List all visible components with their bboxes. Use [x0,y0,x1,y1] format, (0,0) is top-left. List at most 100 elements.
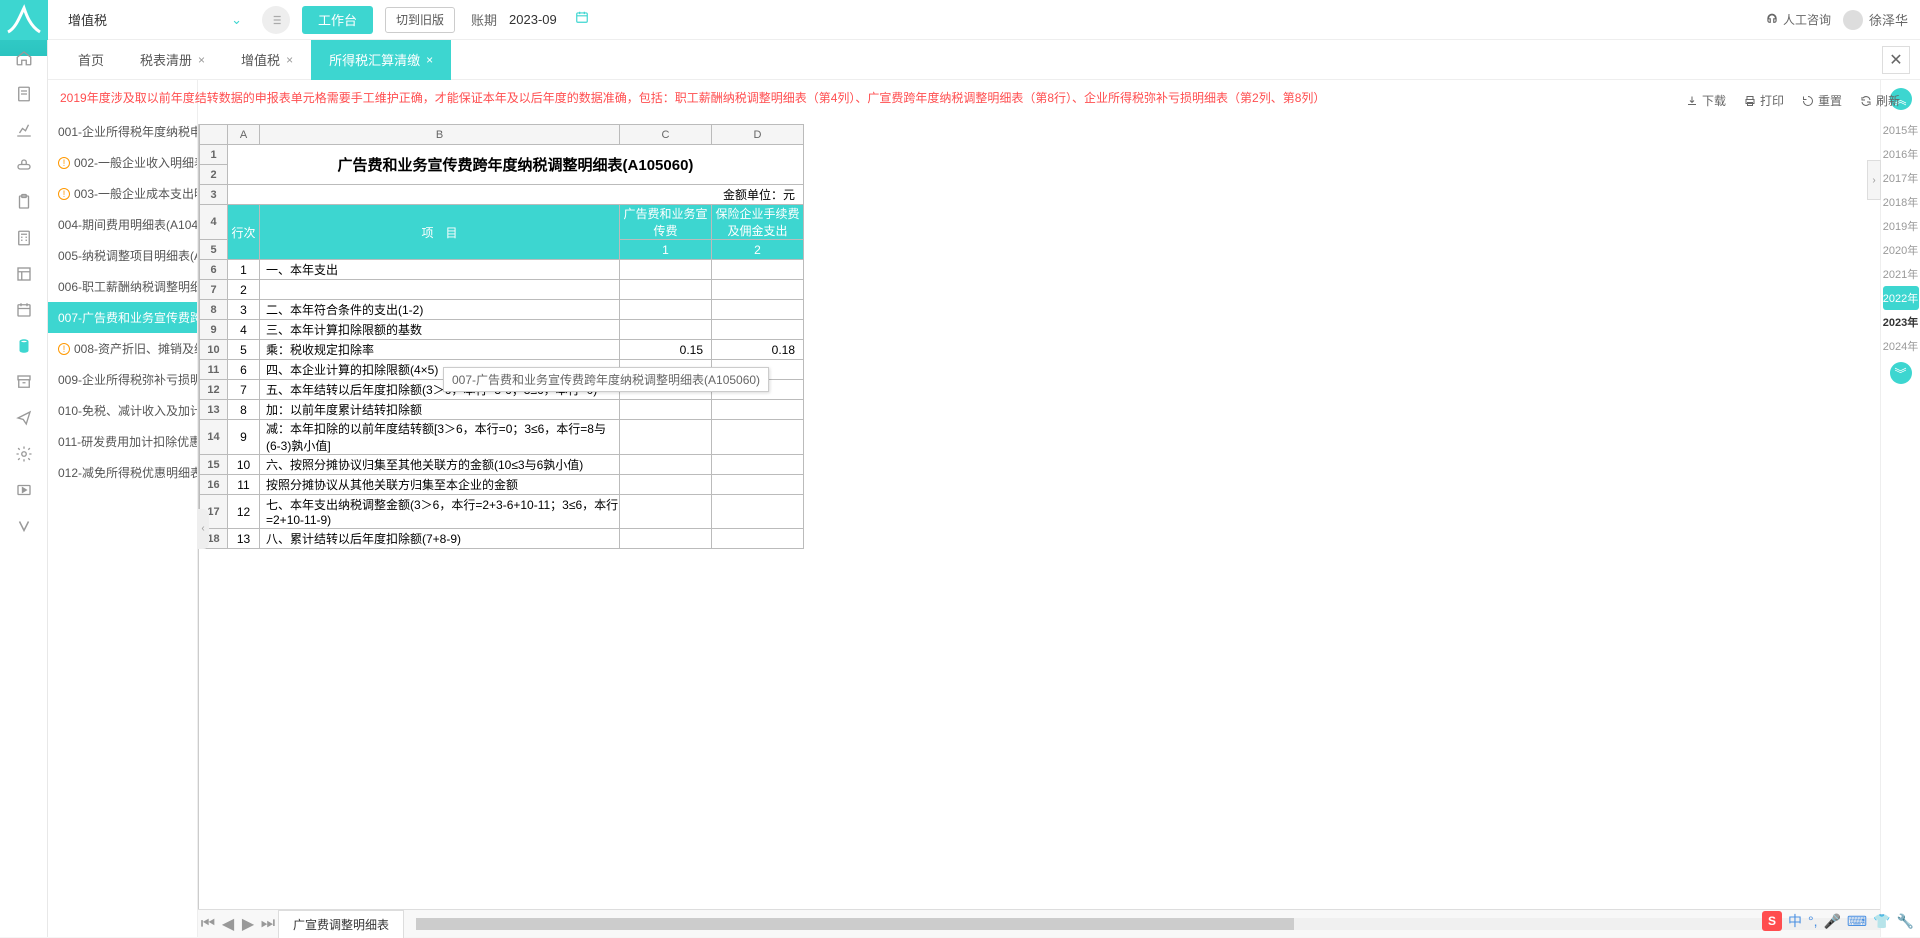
sheet-item[interactable]: 005-纳税调整项目明细表(A1... [48,240,197,271]
ime-tools-icon[interactable]: 🔧 [1897,913,1914,930]
ime-skin-icon[interactable]: 👕 [1873,913,1890,930]
collapse-sheet-list-button[interactable]: ‹ [197,509,209,549]
value-cell[interactable] [620,495,712,529]
year-scroll-down-icon[interactable]: ︾ [1890,362,1912,384]
sheet-nav-next-icon[interactable]: ▶ [238,914,258,934]
nav-archive-icon[interactable] [0,364,48,400]
project-cell[interactable] [260,280,620,300]
project-cell[interactable]: 八、累计结转以后年度扣除额(7+8-9) [260,529,620,549]
ime-logo-icon[interactable]: S [1762,911,1782,931]
nav-tax-icon[interactable] [0,328,48,364]
list-button[interactable] [262,6,290,34]
row-header[interactable]: 11 [200,360,228,380]
value-cell[interactable] [712,400,804,420]
nav-template-icon[interactable] [0,256,48,292]
sheet-nav-last-icon[interactable]: ⏭ [258,915,278,933]
workbench-button[interactable]: 工作台 [302,6,373,34]
col-header[interactable]: A [228,125,260,145]
value-cell[interactable] [712,300,804,320]
project-cell[interactable]: 三、本年计算扣除限额的基数 [260,320,620,340]
project-cell[interactable]: 一、本年支出 [260,260,620,280]
value-cell[interactable] [712,420,804,455]
row-header[interactable]: 13 [200,400,228,420]
value-cell[interactable] [620,300,712,320]
nav-doc-icon[interactable] [0,76,48,112]
nav-video-icon[interactable] [0,472,48,508]
sheet-item[interactable]: !003-一般企业成本支出明细... [48,178,197,209]
download-button[interactable]: 下载 [1686,92,1726,109]
row-header[interactable]: 1 [200,145,228,165]
nav-calc-icon[interactable] [0,220,48,256]
switch-old-button[interactable]: 切到旧版 [385,7,455,33]
sheet-item[interactable]: 006-职工薪酬纳税调整明细... [48,271,197,302]
year-2015年[interactable]: 2015年 [1883,118,1919,142]
value-cell[interactable] [712,260,804,280]
year-2019年[interactable]: 2019年 [1883,214,1919,238]
year-2021年[interactable]: 2021年 [1883,262,1919,286]
ime-keyboard-icon[interactable]: ⌨ [1847,913,1867,930]
nav-settings-icon[interactable] [0,436,48,472]
col-header[interactable]: D [712,125,804,145]
refresh-button[interactable]: 刷新 [1860,92,1900,109]
value-cell[interactable] [712,280,804,300]
year-2022年[interactable]: 2022年 [1883,286,1919,310]
sheet-item[interactable]: 004-期间费用明细表(A1040... [48,209,197,240]
row-header[interactable]: 9 [200,320,228,340]
print-button[interactable]: 打印 [1744,92,1784,109]
sheet-item[interactable]: 007-广告费和业务宣传费跨... [48,302,197,333]
row-header[interactable]: 6 [200,260,228,280]
project-cell[interactable]: 二、本年符合条件的支出(1-2) [260,300,620,320]
tab-税表清册[interactable]: 税表清册× [122,40,223,80]
tab-所得税汇算清缴[interactable]: 所得税汇算清缴× [311,40,451,80]
sheet-item[interactable]: 011-研发费用加计扣除优惠... [48,426,197,457]
tab-增值税[interactable]: 增值税× [223,40,311,80]
help-link[interactable]: 人工咨询 [1765,11,1831,28]
row-header[interactable]: 14 [200,420,228,455]
nav-home-icon[interactable] [0,40,48,76]
ime-mic-icon[interactable]: 🎤 [1823,913,1840,930]
year-2016年[interactable]: 2016年 [1883,142,1919,166]
row-header[interactable]: 16 [200,475,228,495]
row-header[interactable]: 15 [200,455,228,475]
value-cell[interactable] [712,529,804,549]
value-cell[interactable] [620,529,712,549]
project-cell[interactable]: 六、按照分摊协议归集至其他关联方的金额(10≤3与6孰小值) [260,455,620,475]
nav-money-icon[interactable] [0,148,48,184]
year-2023年[interactable]: 2023年 [1883,310,1919,334]
value-cell[interactable] [712,495,804,529]
value-cell[interactable] [620,260,712,280]
nav-calendar-icon[interactable] [0,292,48,328]
ime-punct-icon[interactable]: °, [1808,913,1818,929]
value-cell[interactable]: 0.15 [620,340,712,360]
tab-首页[interactable]: 首页 [60,40,122,80]
project-cell[interactable]: 乘：税收规定扣除率 [260,340,620,360]
value-cell[interactable] [620,455,712,475]
sheet-nav-prev-icon[interactable]: ◀ [218,914,238,934]
user-menu[interactable]: 徐泽华 [1843,10,1908,30]
reset-button[interactable]: 重置 [1802,92,1842,109]
nav-clipboard-icon[interactable] [0,184,48,220]
year-2024年[interactable]: 2024年 [1883,334,1919,358]
sheet-item[interactable]: 009-企业所得税弥补亏损明... [48,364,197,395]
horizontal-scrollbar[interactable] [416,918,1880,930]
value-cell[interactable] [620,280,712,300]
sheet-item[interactable]: !002-一般企业收入明细表(A... [48,147,197,178]
close-all-tabs-button[interactable]: ✕ [1882,46,1910,74]
sheet-tab[interactable]: 广宣费调整明细表 [278,910,404,938]
sheet-item[interactable]: 010-免税、减计收入及加计... [48,395,197,426]
value-cell[interactable] [620,475,712,495]
year-2020年[interactable]: 2020年 [1883,238,1919,262]
nav-send-icon[interactable] [0,400,48,436]
nav-chart-icon[interactable] [0,112,48,148]
nav-v-icon[interactable] [0,508,48,544]
org-selector[interactable]: 增值税 ⌄ [60,6,250,34]
row-header[interactable]: 8 [200,300,228,320]
expand-right-button[interactable]: › [1867,160,1881,200]
ime-lang[interactable]: 中 [1788,911,1802,931]
project-cell[interactable]: 七、本年支出纳税调整金额(3＞6，本行=2+3-6+10-11；3≤6，本行=2… [260,495,620,529]
calendar-icon[interactable] [575,10,589,29]
project-cell[interactable]: 按照分摊协议从其他关联方归集至本企业的金额 [260,475,620,495]
value-cell[interactable] [620,420,712,455]
row-header[interactable]: 7 [200,280,228,300]
project-cell[interactable]: 减：本年扣除的以前年度结转额[3＞6，本行=0；3≤6，本行=8与(6-3)孰小… [260,420,620,455]
